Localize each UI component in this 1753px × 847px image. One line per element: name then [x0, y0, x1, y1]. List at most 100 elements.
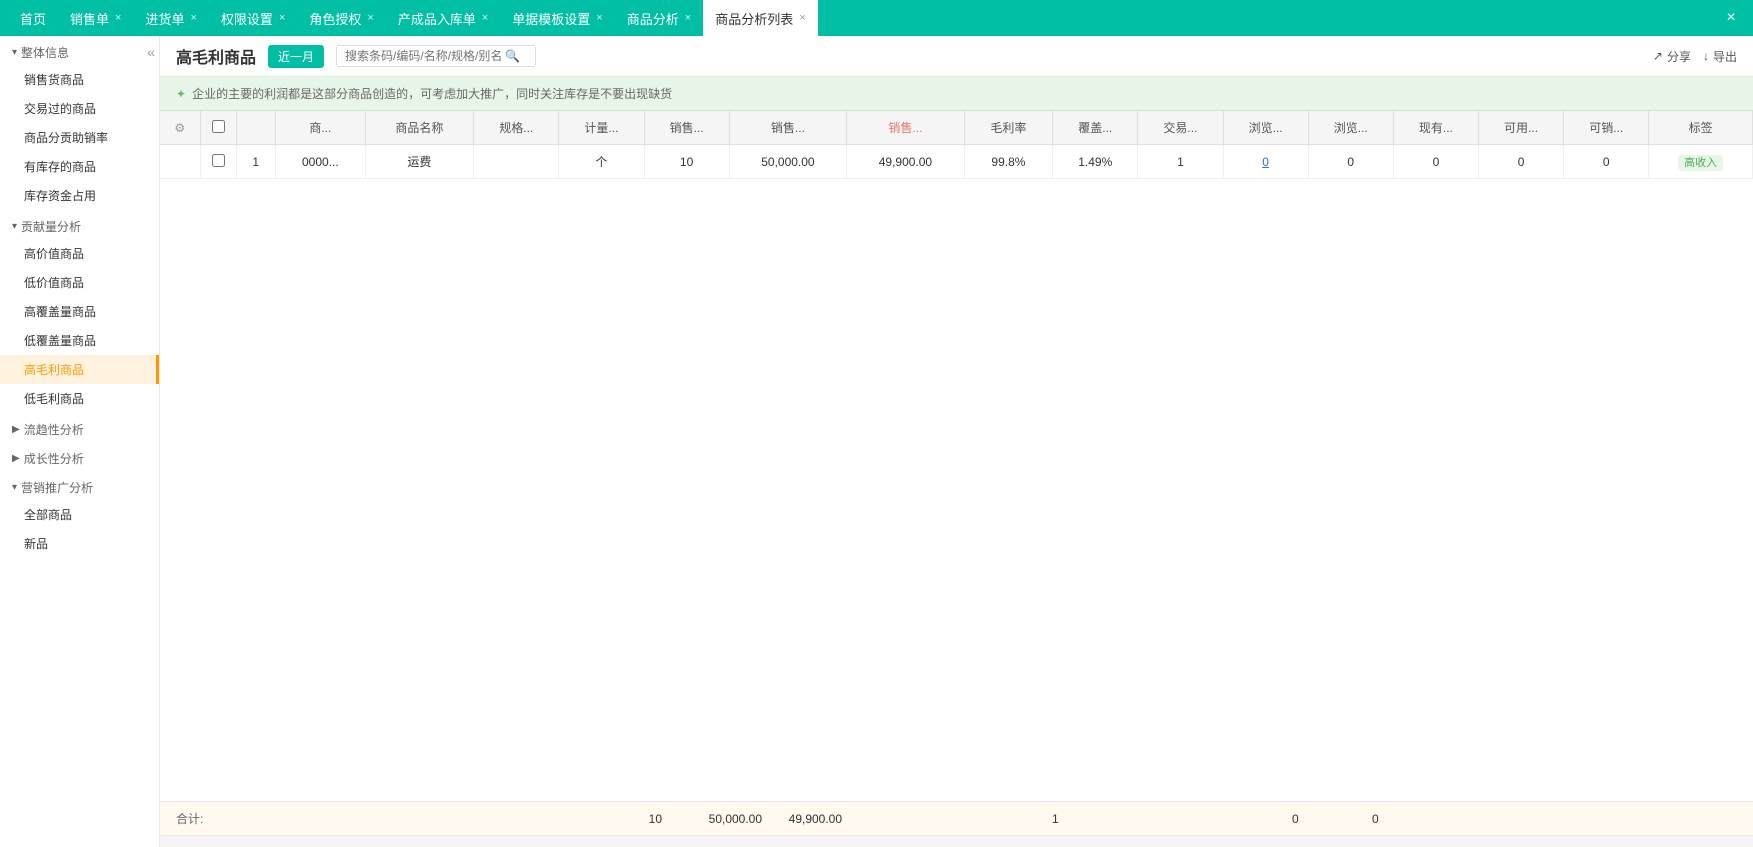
sidebar-item-high-coverage[interactable]: 高覆盖量商品 [0, 297, 159, 326]
nav-product-analysis[interactable]: 商品分析 × [615, 0, 703, 36]
nav-template-settings[interactable]: 单据模板设置 × [500, 0, 614, 36]
close-icon[interactable]: × [279, 12, 285, 24]
cell-browse1[interactable]: 0 [1223, 145, 1308, 179]
horizontal-scrollbar[interactable] [160, 835, 1753, 847]
col-coverage[interactable]: 覆盖... [1053, 111, 1138, 145]
cell-current-stock: 0 [1393, 145, 1478, 179]
export-button[interactable]: ↓ 导出 [1703, 48, 1737, 65]
nav-product-analysis-list[interactable]: 商品分析列表 × [703, 0, 817, 36]
col-current-stock[interactable]: 现有... [1393, 111, 1478, 145]
col-sales-amount[interactable]: 销售... [729, 111, 847, 145]
sidebar-collapse-button[interactable]: « [147, 44, 155, 60]
footer-sales-qty: 10 [615, 812, 695, 826]
col-browse2[interactable]: 浏览... [1308, 111, 1393, 145]
share-button[interactable]: ↗ 分享 [1653, 48, 1691, 65]
search-input[interactable] [345, 49, 505, 63]
close-icon[interactable]: × [685, 12, 691, 24]
sidebar-item-stock-capital[interactable]: 库存资金占用 [0, 181, 159, 210]
nav-purchase-order[interactable]: 进货单 × [133, 0, 208, 36]
cell-name: 运费 [365, 145, 474, 179]
sidebar-group-marketing[interactable]: ▾ 营销推广分析 [0, 471, 159, 500]
share-icon: ↗ [1653, 49, 1663, 63]
sidebar-group-contribution[interactable]: ▾ 贡献量分析 [0, 210, 159, 239]
sidebar-group-trend[interactable]: ▶ 流趋性分析 [0, 413, 159, 442]
col-sales-profit[interactable]: 销售... [847, 111, 965, 145]
col-transaction[interactable]: 交易... [1138, 111, 1223, 145]
export-icon: ↓ [1703, 49, 1709, 63]
nav-product-instock[interactable]: 产成品入库单 × [386, 0, 500, 36]
nav-role-auth[interactable]: 角色授权 × [297, 0, 385, 36]
close-icon[interactable]: × [367, 12, 373, 24]
cell-sales-profit: 49,900.00 [847, 145, 965, 179]
col-sales-qty[interactable]: 销售... [644, 111, 729, 145]
sidebar-group-growth[interactable]: ▶ 成长性分析 [0, 442, 159, 471]
sidebar-item-low-coverage[interactable]: 低覆盖量商品 [0, 326, 159, 355]
footer-empty-gross [855, 812, 935, 826]
sidebar-item-new-goods[interactable]: 新品 [0, 529, 159, 558]
cell-unit: 个 [559, 145, 644, 179]
close-icon[interactable]: × [190, 12, 196, 24]
cell-sales-amount: 50,000.00 [729, 145, 847, 179]
select-all-checkbox[interactable] [212, 120, 225, 133]
sidebar-item-high-value[interactable]: 高价值商品 [0, 239, 159, 268]
close-icon[interactable]: × [596, 12, 602, 24]
cell-tag: 高收入 [1649, 145, 1753, 179]
filter-month-button[interactable]: 近一月 [268, 45, 324, 68]
sidebar-item-low-value[interactable]: 低价值商品 [0, 268, 159, 297]
footer-totals: 合计: 10 50,000.00 49,900.00 1 0 0 [160, 801, 1753, 835]
footer-sales-profit: 49,900.00 [775, 812, 855, 826]
nav-home[interactable]: 首页 [8, 0, 58, 36]
header-actions: ↗ 分享 ↓ 导出 [1653, 48, 1737, 65]
cell-seq: 1 [236, 145, 276, 179]
footer-cell-empty5 [535, 812, 615, 826]
data-table: ⚙ 商... 商品名称 规格... 计量... 销售... 销售... 销售..… [160, 111, 1753, 179]
settings-icon[interactable]: ⚙ [174, 121, 185, 135]
col-saleable[interactable]: 可销... [1564, 111, 1649, 145]
table-row: 1 0000... 运费 个 10 50,000.00 49,900.00 99… [160, 145, 1753, 179]
search-icon[interactable]: 🔍 [505, 49, 520, 63]
arrow-down-icon: ▾ [12, 221, 17, 232]
content-area: 高毛利商品 近一月 🔍 ↗ 分享 ↓ 导出 ✦ 企业的主要的利润都是这部分商品创… [160, 36, 1753, 847]
arrow-down-icon: ▾ [12, 482, 17, 493]
footer-current-stock: 0 [1255, 812, 1335, 826]
sidebar: « ▾ 整体信息 销售货商品 交易过的商品 商品分贡助销率 有库存的商品 库存资… [0, 36, 160, 847]
col-checkbox [200, 111, 236, 145]
cell-transaction: 1 [1138, 145, 1223, 179]
sidebar-item-sales-goods[interactable]: 销售货商品 [0, 65, 159, 94]
close-icon[interactable]: × [799, 12, 805, 24]
sidebar-group-overall[interactable]: ▾ 整体信息 [0, 36, 159, 65]
footer-cell-empty3 [375, 812, 455, 826]
sidebar-item-all-goods[interactable]: 全部商品 [0, 500, 159, 529]
nav-permission-settings[interactable]: 权限设置 × [209, 0, 297, 36]
close-icon[interactable]: × [482, 12, 488, 24]
col-spec[interactable]: 规格... [474, 111, 559, 145]
col-tag[interactable]: 标签 [1649, 111, 1753, 145]
sidebar-item-contribution-rate[interactable]: 商品分贡助销率 [0, 123, 159, 152]
col-name[interactable]: 商品名称 [365, 111, 474, 145]
col-code[interactable]: 商... [276, 111, 366, 145]
sidebar-item-high-margin[interactable]: 高毛利商品 [0, 355, 159, 384]
close-icon[interactable]: × [115, 12, 121, 24]
col-settings[interactable]: ⚙ [160, 111, 200, 145]
col-available[interactable]: 可用... [1478, 111, 1563, 145]
col-browse1[interactable]: 浏览... [1223, 111, 1308, 145]
footer-cell-empty1 [215, 812, 295, 826]
nav-sales-order[interactable]: 销售单 × [58, 0, 133, 36]
col-unit[interactable]: 计量... [559, 111, 644, 145]
table-container: ⚙ 商... 商品名称 规格... 计量... 销售... 销售... 销售..… [160, 111, 1753, 801]
col-gross-rate[interactable]: 毛利率 [964, 111, 1053, 145]
arrow-down-icon: ▾ [12, 47, 17, 58]
sidebar-item-stocked-goods[interactable]: 有库存的商品 [0, 152, 159, 181]
cell-available: 0 [1478, 145, 1563, 179]
tag-badge: 高收入 [1678, 155, 1723, 171]
sidebar-item-low-margin[interactable]: 低毛利商品 [0, 384, 159, 413]
close-window-button[interactable]: × [1717, 4, 1745, 32]
sidebar-item-traded-goods[interactable]: 交易过的商品 [0, 94, 159, 123]
cell-coverage: 1.49% [1053, 145, 1138, 179]
footer-label: 合计: [176, 810, 203, 827]
cell-checkbox[interactable] [200, 145, 236, 179]
cell-browse2: 0 [1308, 145, 1393, 179]
cell-settings [160, 145, 200, 179]
cell-saleable: 0 [1564, 145, 1649, 179]
row-checkbox[interactable] [212, 154, 225, 167]
